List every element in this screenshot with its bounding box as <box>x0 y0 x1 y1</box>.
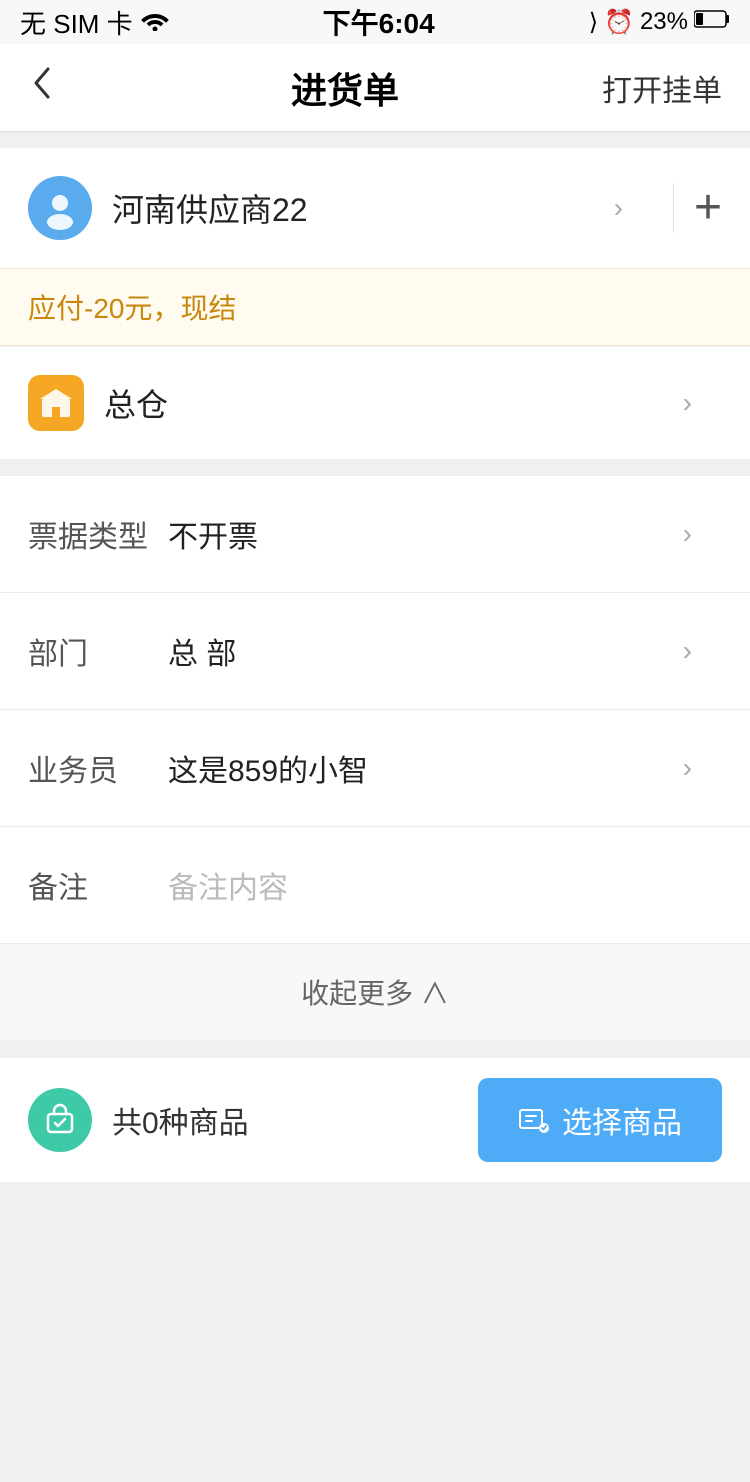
status-right: ⟩ ⏰ 23% <box>589 8 730 37</box>
carrier-label: 无 SIM 卡 <box>20 4 133 41</box>
supplier-section: 河南供应商22 › + 应付-20元，现结 总仓 › <box>0 148 750 459</box>
page-background <box>0 1182 750 1482</box>
separator-1 <box>0 132 750 148</box>
add-supplier-button[interactable]: + <box>694 184 722 232</box>
status-time: 下午6:04 <box>323 2 435 42</box>
department-label: 部门 <box>28 629 158 673</box>
salesperson-value: 这是859的小智 <box>158 746 683 790</box>
wifi-icon <box>141 7 169 38</box>
invoice-type-value: 不开票 <box>158 512 683 556</box>
product-count: 共0种商品 <box>112 1098 458 1142</box>
invoice-type-label: 票据类型 <box>28 512 158 556</box>
product-footer: 共0种商品 选择商品 <box>0 1058 750 1182</box>
remark-label: 备注 <box>28 863 158 907</box>
supplier-chevron-icon: › <box>614 192 623 224</box>
payment-notice: 应付-20元，现结 <box>0 268 750 346</box>
form-row-remark[interactable]: 备注 备注内容 <box>0 826 750 943</box>
separator-3 <box>0 1040 750 1056</box>
status-left: 无 SIM 卡 <box>20 4 169 41</box>
supplier-row[interactable]: 河南供应商22 › + <box>0 148 750 268</box>
location-icon: ⟩ <box>589 8 598 37</box>
supplier-name: 河南供应商22 <box>112 185 614 231</box>
salesperson-chevron-icon: › <box>683 752 692 784</box>
form-row-department[interactable]: 部门 总 部 › <box>0 592 750 709</box>
remark-value[interactable]: 备注内容 <box>158 863 722 907</box>
form-row-salesperson[interactable]: 业务员 这是859的小智 › <box>0 709 750 826</box>
nav-bar: 进货单 打开挂单 <box>0 44 750 132</box>
product-icon <box>28 1088 92 1152</box>
collapse-bar[interactable]: 收起更多 ∧ <box>0 943 750 1040</box>
form-row-invoice-type[interactable]: 票据类型 不开票 › <box>0 475 750 592</box>
department-value: 总 部 <box>158 629 683 673</box>
open-pending-button[interactable]: 打开挂单 <box>602 66 722 110</box>
back-button[interactable] <box>28 61 88 115</box>
divider <box>673 183 674 233</box>
warehouse-chevron-icon: › <box>683 387 692 419</box>
warehouse-name: 总仓 <box>104 380 683 426</box>
select-product-label: 选择商品 <box>562 1098 682 1142</box>
warehouse-row[interactable]: 总仓 › <box>0 346 750 459</box>
select-product-button[interactable]: 选择商品 <box>478 1078 722 1162</box>
separator-2 <box>0 459 750 475</box>
warehouse-icon <box>28 375 84 431</box>
battery-label: 23% <box>640 8 688 36</box>
page-title: 进货单 <box>291 62 399 114</box>
department-chevron-icon: › <box>683 635 692 667</box>
status-bar: 无 SIM 卡 下午6:04 ⟩ ⏰ 23% <box>0 0 750 44</box>
alarm-icon: ⏰ <box>604 8 634 37</box>
supplier-avatar <box>28 176 92 240</box>
form-section: 票据类型 不开票 › 部门 总 部 › 业务员 这是859的小智 › 备注 备注… <box>0 475 750 1040</box>
collapse-label: 收起更多 ∧ <box>301 972 449 1012</box>
salesperson-label: 业务员 <box>28 746 158 790</box>
battery-icon <box>694 8 730 36</box>
invoice-type-chevron-icon: › <box>683 518 692 550</box>
